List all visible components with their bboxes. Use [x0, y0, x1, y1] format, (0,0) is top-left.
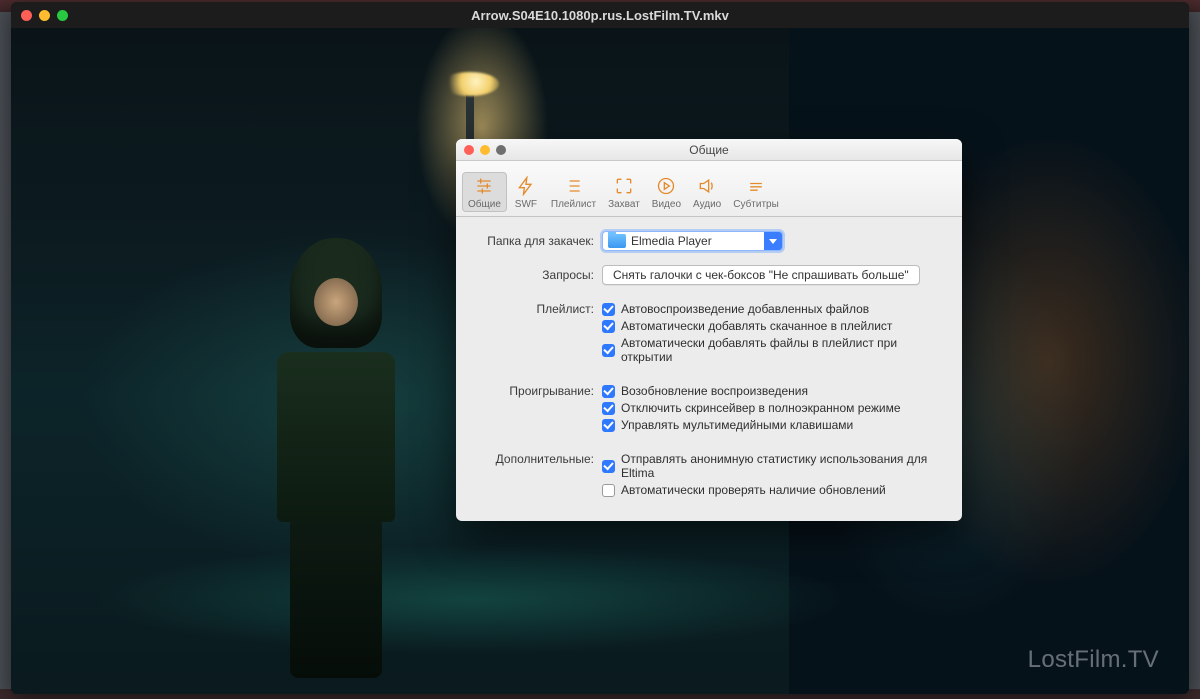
download-folder-label: Папка для закачек:: [474, 231, 602, 248]
tab-audio[interactable]: Аудио: [687, 172, 727, 212]
reset-requests-button[interactable]: Снять галочки с чек-боксов "Не спрашиват…: [602, 265, 920, 285]
tab-label: Захват: [608, 199, 640, 210]
playlist-section-label: Плейлист:: [474, 299, 602, 316]
prefs-toolbar: Общие SWF Плейлист Захват: [456, 161, 962, 217]
checkbox-option[interactable]: Управлять мультимедийными клавишами: [602, 418, 944, 432]
checkbox-option[interactable]: Автоматически добавлять файлы в плейлист…: [602, 336, 944, 364]
subtitles-icon: [745, 175, 767, 197]
additional-section-label: Дополнительные:: [474, 449, 602, 466]
checkbox[interactable]: [602, 303, 615, 316]
playback-section-label: Проигрывание:: [474, 381, 602, 398]
prefs-window-title: Общие: [456, 143, 962, 157]
checkbox[interactable]: [602, 385, 615, 398]
tab-label: Общие: [468, 199, 501, 210]
prefs-titlebar[interactable]: Общие: [456, 139, 962, 161]
checkbox-label: Отправлять анонимную статистику использо…: [621, 452, 944, 480]
prefs-body: Папка для закачек: Elmedia Player Запрос…: [456, 217, 962, 514]
tab-subtitles[interactable]: Субтитры: [727, 172, 785, 212]
checkbox-option[interactable]: Отправлять анонимную статистику использо…: [602, 452, 944, 480]
checkbox-label: Автоматически добавлять файлы в плейлист…: [621, 336, 944, 364]
list-icon: [562, 175, 584, 197]
download-folder-value: Elmedia Player: [631, 234, 764, 248]
checkbox-label: Автоматически добавлять скачанное в плей…: [621, 319, 892, 333]
checkbox-option[interactable]: Отключить скринсейвер в полноэкранном ре…: [602, 401, 944, 415]
tab-general[interactable]: Общие: [462, 172, 507, 212]
speaker-icon: [696, 175, 718, 197]
chevron-down-icon: [764, 231, 782, 251]
tab-label: Плейлист: [551, 199, 596, 210]
checkbox[interactable]: [602, 419, 615, 432]
play-icon: [655, 175, 677, 197]
checkbox[interactable]: [602, 484, 615, 497]
tab-label: Субтитры: [733, 199, 779, 210]
checkbox-label: Автовоспроизведение добавленных файлов: [621, 302, 869, 316]
video-watermark: LostFilm.TV: [1028, 646, 1159, 674]
checkbox-label: Возобновление воспроизведения: [621, 384, 808, 398]
checkbox-option[interactable]: Автоматически добавлять скачанное в плей…: [602, 319, 944, 333]
tab-playlist[interactable]: Плейлист: [545, 172, 602, 212]
tab-video[interactable]: Видео: [646, 172, 687, 212]
checkbox-option[interactable]: Автовоспроизведение добавленных файлов: [602, 302, 944, 316]
capture-icon: [613, 175, 635, 197]
checkbox[interactable]: [602, 402, 615, 415]
preferences-window: Общие Общие SWF Плейлист: [456, 139, 962, 521]
checkbox-label: Отключить скринсейвер в полноэкранном ре…: [621, 401, 901, 415]
checkbox-label: Автоматически проверять наличие обновлен…: [621, 483, 886, 497]
requests-label: Запросы:: [474, 265, 602, 282]
sliders-icon: [473, 175, 495, 197]
tab-label: Видео: [652, 199, 681, 210]
checkbox[interactable]: [602, 344, 615, 357]
checkbox[interactable]: [602, 460, 615, 473]
tab-capture[interactable]: Захват: [602, 172, 646, 212]
player-window-title: Arrow.S04E10.1080p.rus.LostFilm.TV.mkv: [11, 8, 1189, 23]
player-titlebar[interactable]: Arrow.S04E10.1080p.rus.LostFilm.TV.mkv: [11, 2, 1189, 28]
tab-swf[interactable]: SWF: [507, 172, 545, 212]
flash-icon: [515, 175, 537, 197]
checkbox[interactable]: [602, 320, 615, 333]
tab-label: SWF: [515, 199, 537, 210]
folder-icon: [608, 234, 626, 248]
checkbox-label: Управлять мультимедийными клавишами: [621, 418, 853, 432]
checkbox-option[interactable]: Автоматически проверять наличие обновлен…: [602, 483, 944, 497]
tab-label: Аудио: [693, 199, 721, 210]
checkbox-option[interactable]: Возобновление воспроизведения: [602, 384, 944, 398]
download-folder-select[interactable]: Elmedia Player: [602, 231, 783, 251]
